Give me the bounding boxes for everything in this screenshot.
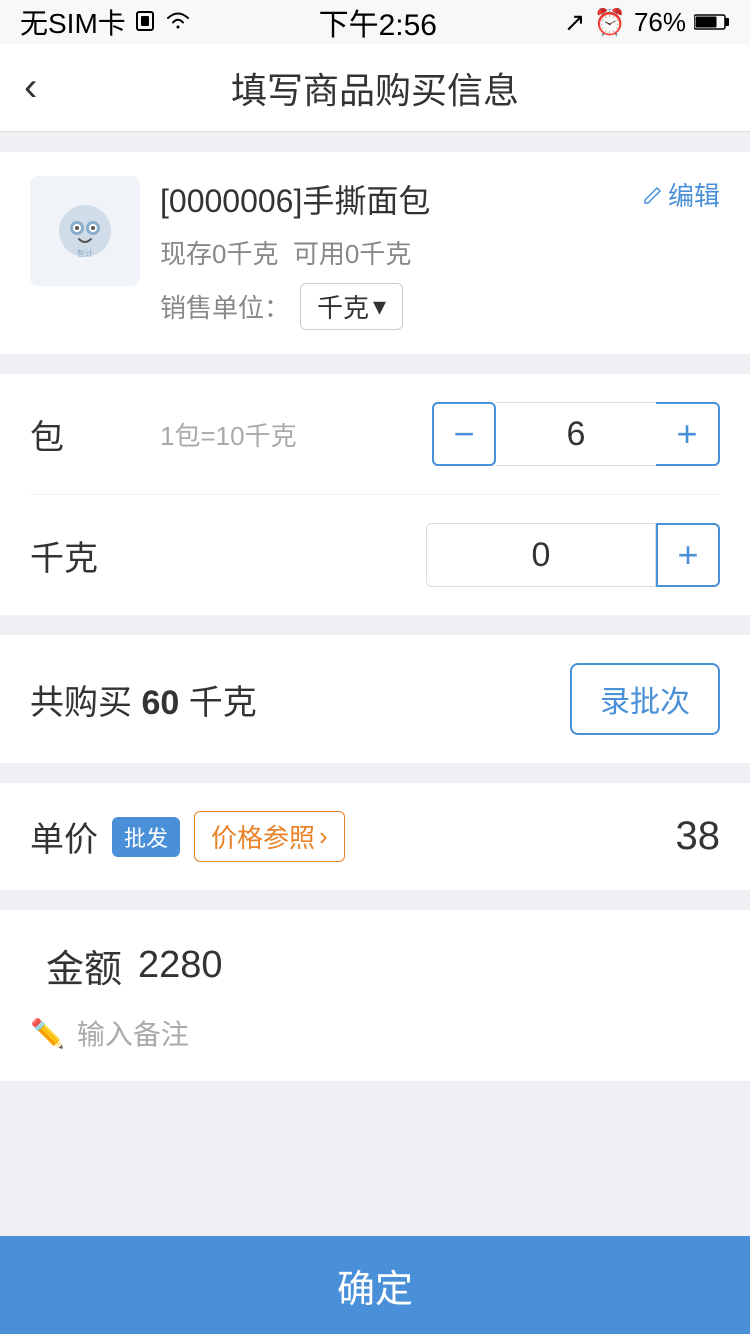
carrier-label: 无SIM卡	[20, 2, 126, 42]
amount-row: 金额 2280	[30, 938, 720, 993]
kg-row: 千克 +	[30, 495, 720, 615]
price-section: 单价 批发 价格参照 › 38	[0, 783, 750, 890]
amount-value: 2280	[138, 944, 223, 987]
note-placeholder: 输入备注	[77, 1013, 189, 1053]
kg-label: 千克	[30, 531, 150, 580]
note-row[interactable]: ✏️ 输入备注	[30, 1013, 720, 1053]
product-card: 智计 [0000006]手撕面包 现存0千克 可用0千克 销售单位： 千克 ▾ …	[0, 152, 750, 354]
price-left: 单价 批发 价格参照 ›	[30, 811, 345, 862]
wifi-icon	[164, 6, 192, 38]
price-tag: 批发	[112, 817, 180, 857]
bao-input[interactable]	[496, 402, 656, 466]
product-unit: 销售单位： 千克 ▾	[160, 283, 720, 330]
svg-text:智计: 智计	[77, 248, 93, 258]
status-left: 无SIM卡	[20, 2, 192, 42]
bao-hint: 1包=10千克	[160, 416, 432, 453]
battery-label: 76%	[634, 7, 686, 38]
sim-icon	[136, 6, 154, 38]
location-icon: ↗	[564, 7, 586, 38]
price-label: 单价	[30, 812, 98, 861]
product-name: [0000006]手撕面包	[160, 176, 720, 222]
bao-label: 包	[30, 410, 150, 459]
back-button[interactable]: ‹	[24, 65, 37, 110]
pencil-icon: ✏️	[30, 1017, 65, 1050]
quantity-section: 包 1包=10千克 − + 千克 +	[0, 374, 750, 615]
edit-button[interactable]: 编辑	[642, 176, 720, 213]
price-row: 单价 批发 价格参照 › 38	[30, 811, 720, 862]
total-section: 共购买 60 千克 录批次	[0, 635, 750, 763]
kg-input[interactable]	[426, 523, 656, 587]
kg-plus-button[interactable]: +	[656, 523, 720, 587]
unit-select[interactable]: 千克 ▾	[300, 283, 403, 330]
page-title: 填写商品购买信息	[231, 62, 519, 114]
status-time: 下午2:56	[319, 0, 437, 44]
product-info: [0000006]手撕面包 现存0千克 可用0千克 销售单位： 千克 ▾	[160, 176, 720, 330]
confirm-button[interactable]: 确定	[0, 1236, 750, 1334]
amount-section: 金额 2280 ✏️ 输入备注	[0, 910, 750, 1081]
alarm-icon: ⏰	[594, 7, 626, 38]
status-bar: 无SIM卡 下午2:56 ↗ ⏰ 76%	[0, 0, 750, 44]
kg-quantity-control: +	[426, 523, 720, 587]
batch-button[interactable]: 录批次	[570, 663, 720, 735]
bao-minus-button[interactable]: −	[432, 402, 496, 466]
battery-icon	[694, 7, 730, 38]
product-image: 智计	[30, 176, 140, 286]
nav-bar: ‹ 填写商品购买信息	[0, 44, 750, 132]
bao-row: 包 1包=10千克 − +	[30, 374, 720, 495]
price-value: 38	[676, 814, 721, 859]
bao-quantity-control: − +	[432, 402, 720, 466]
total-label: 共购买 60 千克	[30, 675, 257, 724]
bao-plus-button[interactable]: +	[656, 402, 720, 466]
price-ref-button[interactable]: 价格参照 ›	[194, 811, 345, 862]
status-right: ↗ ⏰ 76%	[564, 7, 730, 38]
product-stock: 现存0千克 可用0千克	[160, 234, 720, 271]
amount-label: 金额	[46, 938, 122, 993]
